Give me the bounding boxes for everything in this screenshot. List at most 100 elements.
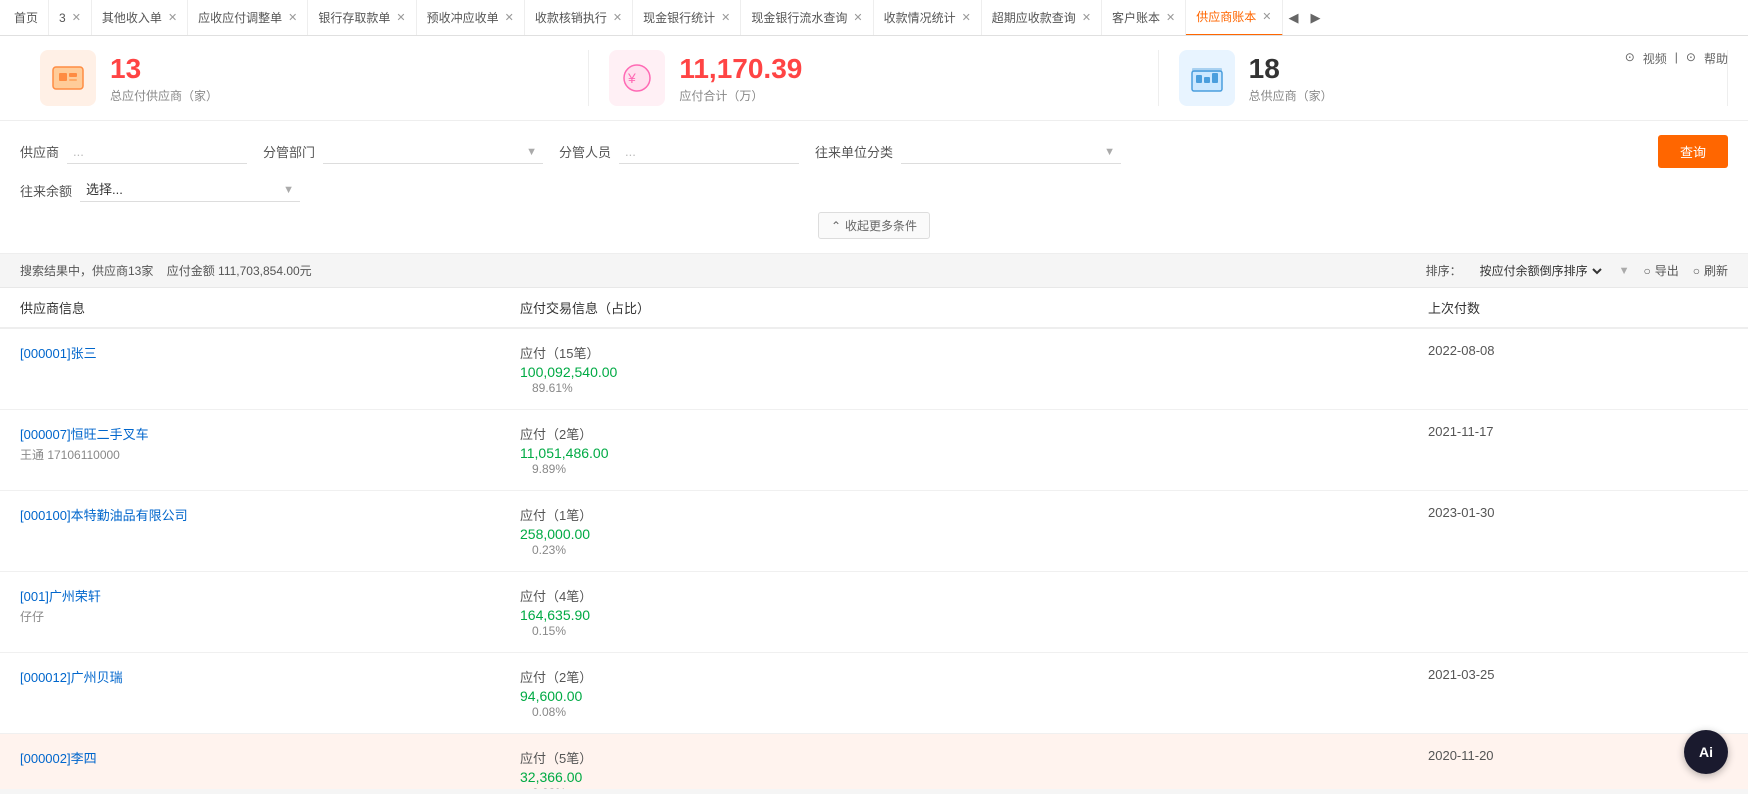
person-input[interactable] [619,140,799,164]
table-row: [000100]本特勤油品有限公司 应付（1笔） 258,000.00 0.23… [0,491,1748,572]
table-header: 供应商信息 应付交易信息（占比） 上次付数 [0,288,1748,329]
nav-next[interactable]: ▶ [1305,0,1327,36]
suppliers-text: 13 总应付供应商（家） [110,52,218,105]
sort-chevron-icon: ▼ [1619,265,1630,277]
nav-receipt-stat[interactable]: 收款情况统计 ✕ [874,0,982,36]
filter-dept: 分管部门 ▼ [263,140,543,164]
close-prepay-charge[interactable]: ✕ [505,11,514,24]
supplier-link-5[interactable]: [000012]广州贝瑞 [20,670,123,685]
nav-cash-flow[interactable]: 现金银行流水查询 ✕ [741,0,873,36]
top-right-links: ⊙ 视频 | ⊙ 帮助 [1625,50,1728,67]
nav-other-income[interactable]: 其他收入单 ✕ [92,0,188,36]
filter-balance: 往来余额 选择... ▼ [20,178,300,202]
person-filter-label: 分管人员 [559,142,611,161]
sort-select[interactable]: 按应付余额倒序排序 [1476,263,1605,279]
payable-icon: ¥ [609,50,665,106]
supplier-filter-label: 供应商 [20,142,59,161]
video-link[interactable]: 视频 [1643,50,1667,67]
payable-cell-2: 应付（2笔） 11,051,486.00 9.89% [520,424,1428,476]
col-last-pay: 上次付数 [1428,298,1728,317]
collapse-button[interactable]: ⌃ 收起更多条件 [818,212,930,239]
close-cash-bank-stat[interactable]: ✕ [721,11,730,24]
nav-overdue-query[interactable]: 超期应收款查询 ✕ [982,0,1102,36]
payable-cell-5: 应付（2笔） 94,600.00 0.08% [520,667,1428,719]
nav-customer-ledger[interactable]: 客户账本 ✕ [1102,0,1186,36]
total-suppliers-label: 总供应商（家） [1249,87,1333,104]
export-icon: ○ [1643,264,1650,278]
table-row: [000002]李四 应付（5笔） 32,366.00 0.03% 2020-1… [0,734,1748,789]
top-navigation: 首页 3 ✕ 其他收入单 ✕ 应收应付调整单 ✕ 银行存取款单 ✕ 预收冲应收单… [0,0,1748,36]
filter-supplier: 供应商 [20,140,247,164]
filter-section: 供应商 分管部门 ▼ 分管人员 往来单位分类 ▼ 查询 [0,121,1748,254]
last-pay-cell-2: 2021-11-17 [1428,424,1728,439]
payable-cell-6: 应付（5笔） 32,366.00 0.03% [520,748,1428,789]
video-icon: ⊙ [1625,50,1635,67]
query-button[interactable]: 查询 [1658,135,1728,168]
table-row: [000001]张三 应付（15笔） 100,092,540.00 89.61%… [0,329,1748,410]
dept-select[interactable] [323,140,543,164]
close-supplier-ledger[interactable]: ✕ [1262,10,1271,23]
close-overdue-query[interactable]: ✕ [1082,11,1091,24]
nav-tab3[interactable]: 3 ✕ [49,0,92,36]
payable-cell-3: 应付（1笔） 258,000.00 0.23% [520,505,1428,557]
close-bank-deposit[interactable]: ✕ [396,11,405,24]
close-receipt-stat[interactable]: ✕ [962,11,971,24]
close-cash-flow[interactable]: ✕ [853,11,862,24]
supplier-link-1[interactable]: [000001]张三 [20,346,97,361]
help-link[interactable]: 帮助 [1704,50,1728,67]
supplier-cell-6: [000002]李四 [20,748,520,767]
filter-category: 往来单位分类 ▼ [815,140,1121,164]
table-row: [000007]恒旺二手叉车 王通 17106110000 应付（2笔） 11,… [0,410,1748,491]
nav-prepay-charge[interactable]: 预收冲应收单 ✕ [417,0,525,36]
nav-ar-ap-adjust[interactable]: 应收应付调整单 ✕ [188,0,308,36]
ai-badge[interactable]: Ai [1684,730,1728,774]
category-filter-label: 往来单位分类 [815,142,893,161]
close-receipt-verify[interactable]: ✕ [613,11,622,24]
table-row: [001]广州荣轩 仔仔 应付（4笔） 164,635.90 0.15% [0,572,1748,653]
supplier-cell-4: [001]广州荣轩 仔仔 [20,586,520,625]
close-customer-ledger[interactable]: ✕ [1166,11,1175,24]
supplier-link-6[interactable]: [000002]李四 [20,751,97,766]
category-select[interactable] [901,140,1121,164]
refresh-icon: ○ [1693,264,1700,278]
filter-row-1: 供应商 分管部门 ▼ 分管人员 往来单位分类 ▼ 查询 [20,135,1728,168]
nav-home[interactable]: 首页 [4,0,49,36]
supplier-sub-4: 仔仔 [20,608,520,625]
balance-filter-label: 往来余额 [20,181,72,200]
supplier-link-3[interactable]: [000100]本特勤油品有限公司 [20,508,188,523]
close-tab3[interactable]: ✕ [72,11,81,24]
category-select-wrapper: ▼ [901,140,1121,164]
close-other-income[interactable]: ✕ [168,11,177,24]
summary-card-payable: ¥ 11,170.39 应付合计（万） [589,50,1158,106]
total-suppliers-text: 18 总供应商（家） [1249,52,1333,105]
nav-supplier-ledger[interactable]: 供应商账本 ✕ [1186,0,1282,36]
last-pay-cell-6: 2020-11-20 [1428,748,1728,763]
balance-select-wrapper: 选择... ▼ [80,178,300,202]
nav-cash-bank-stat[interactable]: 现金银行统计 ✕ [633,0,741,36]
nav-receipt-verify[interactable]: 收款核销执行 ✕ [525,0,633,36]
summary-bar: 13 总应付供应商（家） ¥ 11,170.39 应付合计（万） [0,36,1748,121]
supplier-link-4[interactable]: [001]广州荣轩 [20,589,101,604]
data-table: 供应商信息 应付交易信息（占比） 上次付数 [000001]张三 应付（15笔）… [0,288,1748,789]
result-info: 搜索结果中，供应商13家 应付金额 111,703,854.00元 [20,262,312,279]
result-tools: 排序： 按应付余额倒序排序 ▼ ○ 导出 ○ 刷新 [1426,262,1728,279]
export-button[interactable]: ○ 导出 [1643,262,1678,279]
dept-select-wrapper: ▼ [323,140,543,164]
refresh-button[interactable]: ○ 刷新 [1693,262,1728,279]
suppliers-label: 总应付供应商（家） [110,87,218,104]
close-ar-ap-adjust[interactable]: ✕ [288,11,297,24]
supplier-cell-3: [000100]本特勤油品有限公司 [20,505,520,524]
balance-select[interactable]: 选择... [80,178,300,202]
supplier-cell-2: [000007]恒旺二手叉车 王通 17106110000 [20,424,520,463]
result-bar: 搜索结果中，供应商13家 应付金额 111,703,854.00元 排序： 按应… [0,254,1748,288]
supplier-input[interactable] [67,140,247,164]
supplier-link-2[interactable]: [000007]恒旺二手叉车 [20,427,149,442]
last-pay-cell-3: 2023-01-30 [1428,505,1728,520]
nav-bank-deposit[interactable]: 银行存取款单 ✕ [308,0,416,36]
supplier-cell-5: [000012]广州贝瑞 [20,667,520,686]
help-icon: ⊙ [1686,50,1696,67]
total-suppliers-number: 18 [1249,52,1333,86]
nav-prev[interactable]: ◀ [1283,0,1305,36]
summary-card-suppliers: 13 总应付供应商（家） [20,50,589,106]
result-amount: 应付金额 111,703,854.00元 [167,264,312,278]
